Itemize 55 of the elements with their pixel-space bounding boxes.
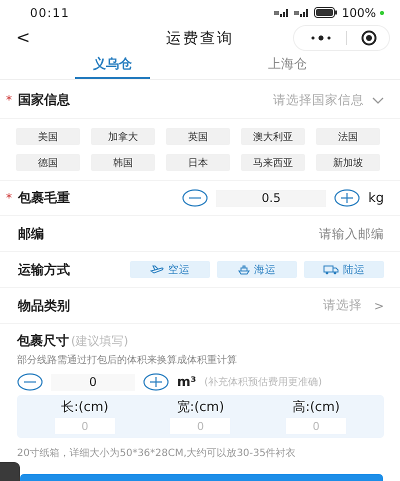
back-button[interactable]: < <box>10 28 36 48</box>
field-label: 包裹毛重 <box>18 190 70 207</box>
volume-field[interactable]: 0 <box>51 374 135 390</box>
ship-icon <box>238 264 250 274</box>
more-icon[interactable] <box>310 35 332 41</box>
weight-field[interactable]: 0.5 <box>216 190 326 206</box>
signal-icon <box>294 8 310 17</box>
country-chip[interactable]: 马来西亚 <box>241 154 305 171</box>
plus-button[interactable] <box>143 373 169 391</box>
field-label: 国家信息 <box>18 92 70 109</box>
warehouse-tab[interactable]: 上海仓 <box>250 51 325 79</box>
field-label: 邮编 <box>18 226 44 242</box>
charging-dot-icon <box>380 10 384 14</box>
warehouse-tab[interactable]: 义乌仓 <box>75 51 150 79</box>
plus-button[interactable] <box>334 189 360 207</box>
required-mark: * <box>6 191 13 205</box>
plane-icon <box>150 265 164 274</box>
dimension-label: 长:(cm) <box>61 399 108 416</box>
dimension-label: 宽:(cm) <box>176 399 224 416</box>
transport-option[interactable]: 海运 <box>217 261 297 278</box>
country-chip[interactable]: 韩国 <box>91 154 155 171</box>
battery-icon <box>314 7 338 18</box>
country-chip[interactable]: 美国 <box>16 128 80 145</box>
status-time: 00:11 <box>30 6 70 20</box>
country-chip[interactable]: 日本 <box>166 154 230 171</box>
field-label: 物品类别 <box>18 298 70 314</box>
required-mark: * <box>6 93 13 107</box>
dimension-field[interactable]: 0 <box>170 418 230 434</box>
signal-icon <box>274 8 290 17</box>
field-label: 运输方式 <box>18 262 70 278</box>
page-title: 运费查询 <box>166 28 234 48</box>
dimension-field[interactable]: 0 <box>54 418 115 434</box>
transport-option[interactable]: 空运 <box>130 261 210 278</box>
transport-option[interactable]: 陆运 <box>304 261 384 278</box>
section-hint: (建议填写) <box>71 333 128 350</box>
box-note: 20寸纸箱，详细大小为50*36*28CM,大约可以放30-35件衬衣 <box>17 446 297 460</box>
country-chip[interactable]: 新加坡 <box>316 154 380 171</box>
unit-label: m³ <box>177 374 196 390</box>
country-chip[interactable]: 法国 <box>316 128 380 145</box>
unit-label: kg <box>368 190 384 206</box>
section-description: 部分线路需通过打包后的体积来换算成体积重计算 <box>17 354 238 367</box>
minus-button[interactable] <box>17 373 43 391</box>
dimension-field[interactable]: 0 <box>286 418 346 434</box>
country-chip[interactable]: 英国 <box>166 128 230 145</box>
battery-percent: 100% <box>342 6 376 20</box>
country-chip[interactable]: 加拿大 <box>91 128 155 145</box>
section-title: 包裹尺寸 <box>17 332 69 350</box>
chevron-down-icon[interactable] <box>372 96 384 104</box>
country-chip[interactable]: 澳大利亚 <box>241 128 305 145</box>
dimension-label: 高:(cm) <box>292 399 340 416</box>
truck-icon <box>323 264 339 274</box>
close-icon[interactable] <box>361 30 377 46</box>
minus-button[interactable] <box>182 189 208 207</box>
volume-note: (补充体积预估费用更准确) <box>204 376 322 389</box>
country-chip[interactable]: 德国 <box>16 154 80 171</box>
